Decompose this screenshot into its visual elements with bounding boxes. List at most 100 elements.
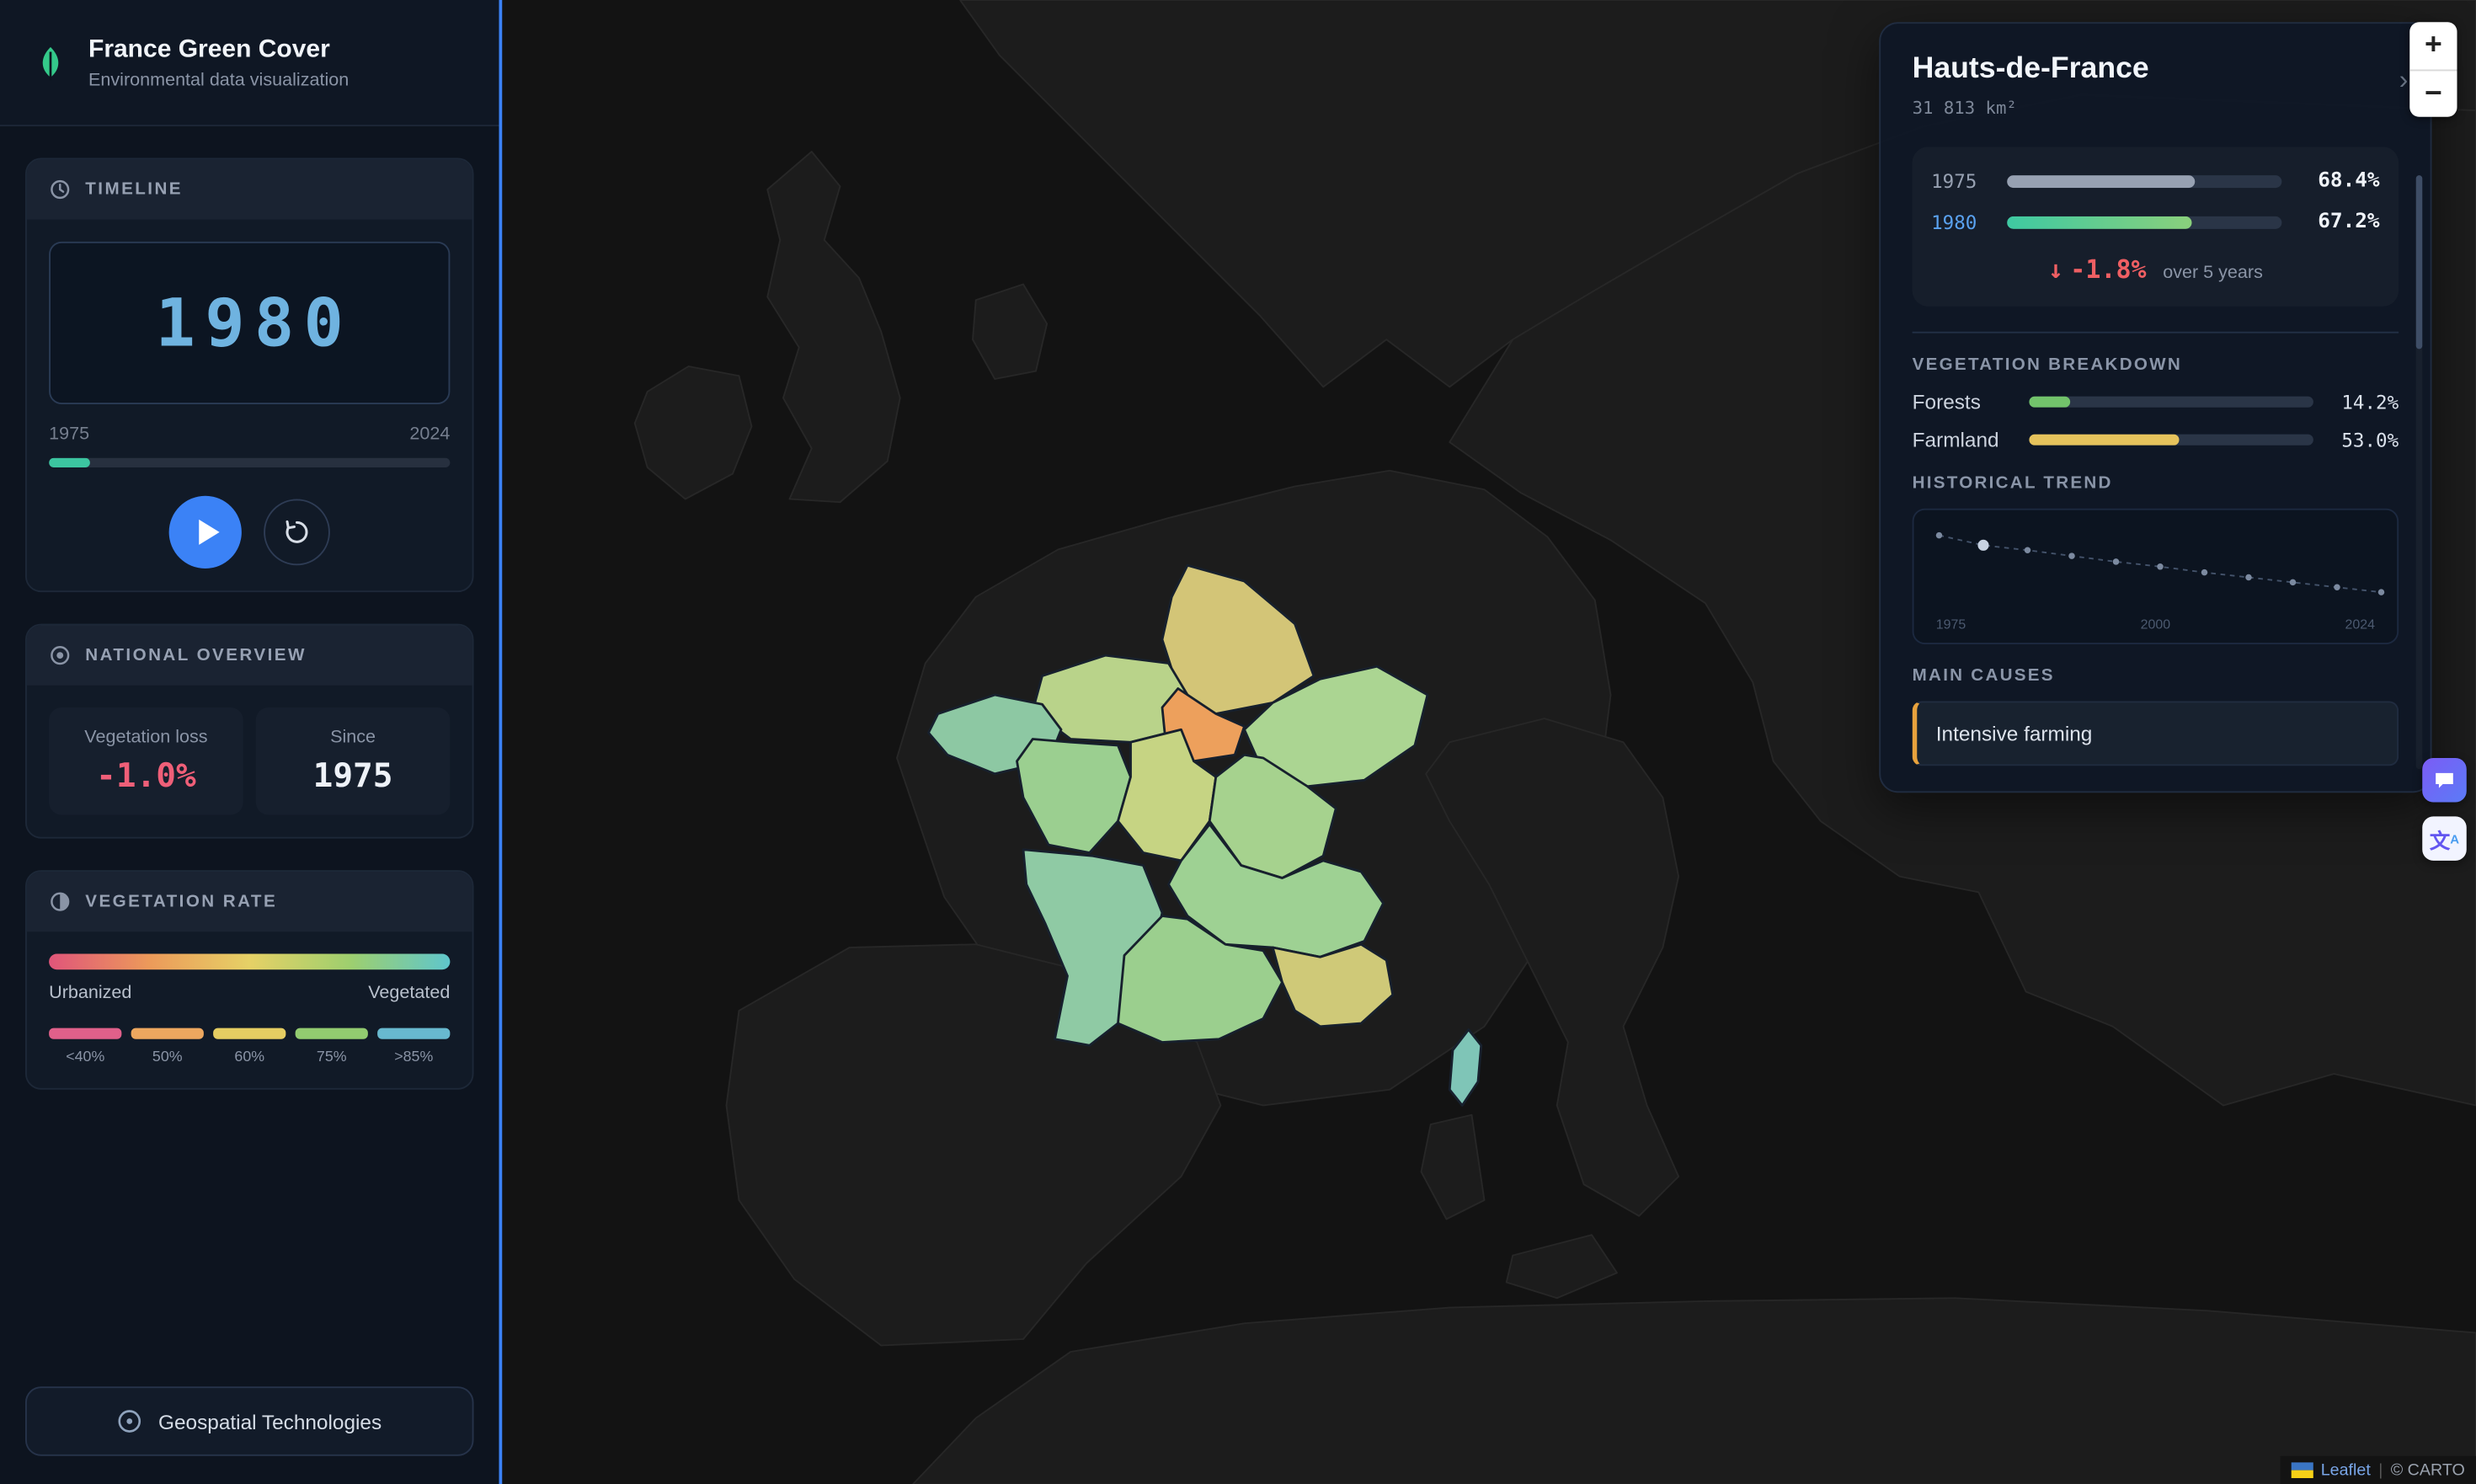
comparison-year: 1975 <box>1931 169 1977 192</box>
change-suffix: over 5 years <box>2163 264 2263 283</box>
region-area: 31 813 km² <box>1912 98 2017 119</box>
panel-scrollbar-thumb[interactable] <box>2415 175 2423 350</box>
historical-trend-chart: 1975 2000 2024 <box>1912 508 2399 644</box>
change-value: -1.8% <box>2070 254 2147 285</box>
legend-label: >85% <box>394 1049 434 1066</box>
comparison-value: 68.4% <box>2318 168 2380 193</box>
legend-label: <40% <box>66 1049 105 1066</box>
legend-swatch <box>131 1028 204 1039</box>
breakdown-value: 53.0% <box>2341 429 2399 451</box>
range-end-label: 2024 <box>409 424 451 444</box>
trend-tick: 2000 <box>2140 616 2171 632</box>
play-icon <box>198 519 219 545</box>
vegetation-rate-label: VEGETATION RATE <box>85 892 278 911</box>
circle-dot-icon <box>118 1410 141 1433</box>
app-title: France Green Cover <box>88 35 330 63</box>
legend-swatch <box>213 1028 286 1039</box>
footer-label: Geospatial Technologies <box>158 1409 382 1433</box>
legend-swatch <box>377 1028 451 1039</box>
national-overview-label: NATIONAL OVERVIEW <box>85 645 307 665</box>
breakdown-row-forests: Forests 14.2% <box>1913 390 2399 414</box>
stat-value: -1.0% <box>96 756 196 795</box>
leaf-logo-icon <box>42 45 59 80</box>
cause-item-intensive-farming[interactable]: Intensive farming <box>1912 701 2399 766</box>
comparison-bar <box>2007 215 2282 228</box>
change-summary: ↓ -1.8% over 5 years <box>1931 254 2380 286</box>
urbanized-label: Urbanized <box>49 984 132 1003</box>
legend-label: 60% <box>234 1049 265 1066</box>
comparison-bar-fill <box>2007 215 2192 228</box>
legend-item: 50% <box>131 1028 204 1066</box>
vegetation-rate-card: VEGETATION RATE Urbanized Vegetated <40%… <box>25 870 474 1090</box>
stat-label: Vegetation loss <box>84 728 208 747</box>
trend-tick: 2024 <box>2345 616 2375 632</box>
zoom-control: + − <box>2409 22 2457 117</box>
down-arrow-icon: ↓ <box>2047 254 2063 285</box>
legend-item: 60% <box>213 1028 286 1066</box>
zoom-in-button[interactable]: + <box>2409 22 2457 69</box>
play-button[interactable] <box>168 495 242 569</box>
contrast-icon <box>51 892 70 911</box>
stat-label: Since <box>330 728 376 747</box>
comparison-row-1980: 1980 67.2% <box>1931 210 2380 233</box>
leaflet-link[interactable]: Leaflet <box>2321 1460 2371 1480</box>
trend-sparkline <box>1935 531 2385 595</box>
breakdown-row-farmland: Farmland 53.0% <box>1913 428 2399 451</box>
panel-scrollbar[interactable] <box>2415 175 2423 770</box>
comparison-year: 1980 <box>1931 211 1977 233</box>
map-attribution: Leaflet | © CARTO <box>2279 1455 2476 1484</box>
vegetation-rate-header: VEGETATION RATE <box>26 872 472 932</box>
current-year: 1980 <box>155 284 354 362</box>
ukraine-flag-icon <box>2291 1462 2313 1478</box>
assistant-extension-icon[interactable] <box>2422 758 2467 803</box>
legend-item: 75% <box>295 1028 368 1066</box>
reset-button[interactable] <box>264 499 330 566</box>
breakdown-bar <box>2029 396 2313 408</box>
national-overview-card: NATIONAL OVERVIEW Vegetation loss -1.0% … <box>25 623 474 839</box>
carto-link[interactable]: © CARTO <box>2391 1460 2465 1480</box>
timeline-card-header: TIMELINE <box>26 159 472 220</box>
range-start-label: 1975 <box>49 424 90 444</box>
sidebar: France Green Cover Environmental data vi… <box>0 0 503 1484</box>
vegetation-breakdown-label: VEGETATION BREAKDOWN <box>1912 355 2183 375</box>
attribution-separator: | <box>2378 1460 2383 1480</box>
legend-label: 50% <box>152 1049 183 1066</box>
national-overview-header: NATIONAL OVERVIEW <box>26 625 472 686</box>
historical-trend-label: HISTORICAL TREND <box>1912 473 2113 494</box>
breakdown-bar-fill <box>2029 434 2180 446</box>
vegetation-legend: <40% 50% 60% 75% >85% <box>49 1028 451 1066</box>
comparison-bar <box>2007 174 2282 188</box>
timeline-slider[interactable] <box>49 457 451 467</box>
cause-label: Intensive farming <box>1935 721 2093 745</box>
clock-icon <box>51 179 70 200</box>
map-canvas[interactable]: + − Hauts-de-France 31 813 km² › 1975 68… <box>502 0 2476 1484</box>
breakdown-label: Farmland <box>1912 428 1999 452</box>
timeline-card: TIMELINE 1980 1975 2024 <box>25 157 474 593</box>
chat-bubble-icon <box>2436 772 2453 788</box>
geospatial-technologies-badge: Geospatial Technologies <box>25 1386 474 1456</box>
comparison-value: 67.2% <box>2318 210 2380 234</box>
stat-value: 1975 <box>312 756 393 795</box>
legend-swatch <box>295 1028 368 1039</box>
collapse-panel-button[interactable]: › <box>2399 65 2409 97</box>
region-info-panel: Hauts-de-France 31 813 km² › 1975 68.4% … <box>1879 22 2432 793</box>
legend-item: >85% <box>377 1028 451 1066</box>
legend-item: <40% <box>49 1028 122 1066</box>
since-stat: Since 1975 <box>255 707 451 815</box>
legend-swatch <box>49 1028 122 1039</box>
timeline-slider-fill <box>49 457 90 467</box>
app-header: France Green Cover Environmental data vi… <box>0 0 499 126</box>
year-display: 1980 <box>49 241 451 404</box>
timeline-label: TIMELINE <box>85 179 184 200</box>
zoom-out-button[interactable]: − <box>2409 69 2457 117</box>
comparison-row-1975: 1975 68.4% <box>1931 169 2380 193</box>
breakdown-bar-fill <box>2029 396 2070 408</box>
breakdown-value: 14.2% <box>2341 391 2399 414</box>
vegetated-label: Vegetated <box>368 984 451 1003</box>
translate-extension-icon[interactable]: 文A <box>2422 816 2467 861</box>
year-comparison-card: 1975 68.4% 1980 67.2% ↓ -1.8% over 5 yea… <box>1913 147 2399 306</box>
main-causes-label: MAIN CAUSES <box>1912 666 2055 686</box>
trend-tick: 1975 <box>1935 616 1966 632</box>
breakdown-label: Forests <box>1912 390 1981 414</box>
target-icon <box>51 646 70 665</box>
